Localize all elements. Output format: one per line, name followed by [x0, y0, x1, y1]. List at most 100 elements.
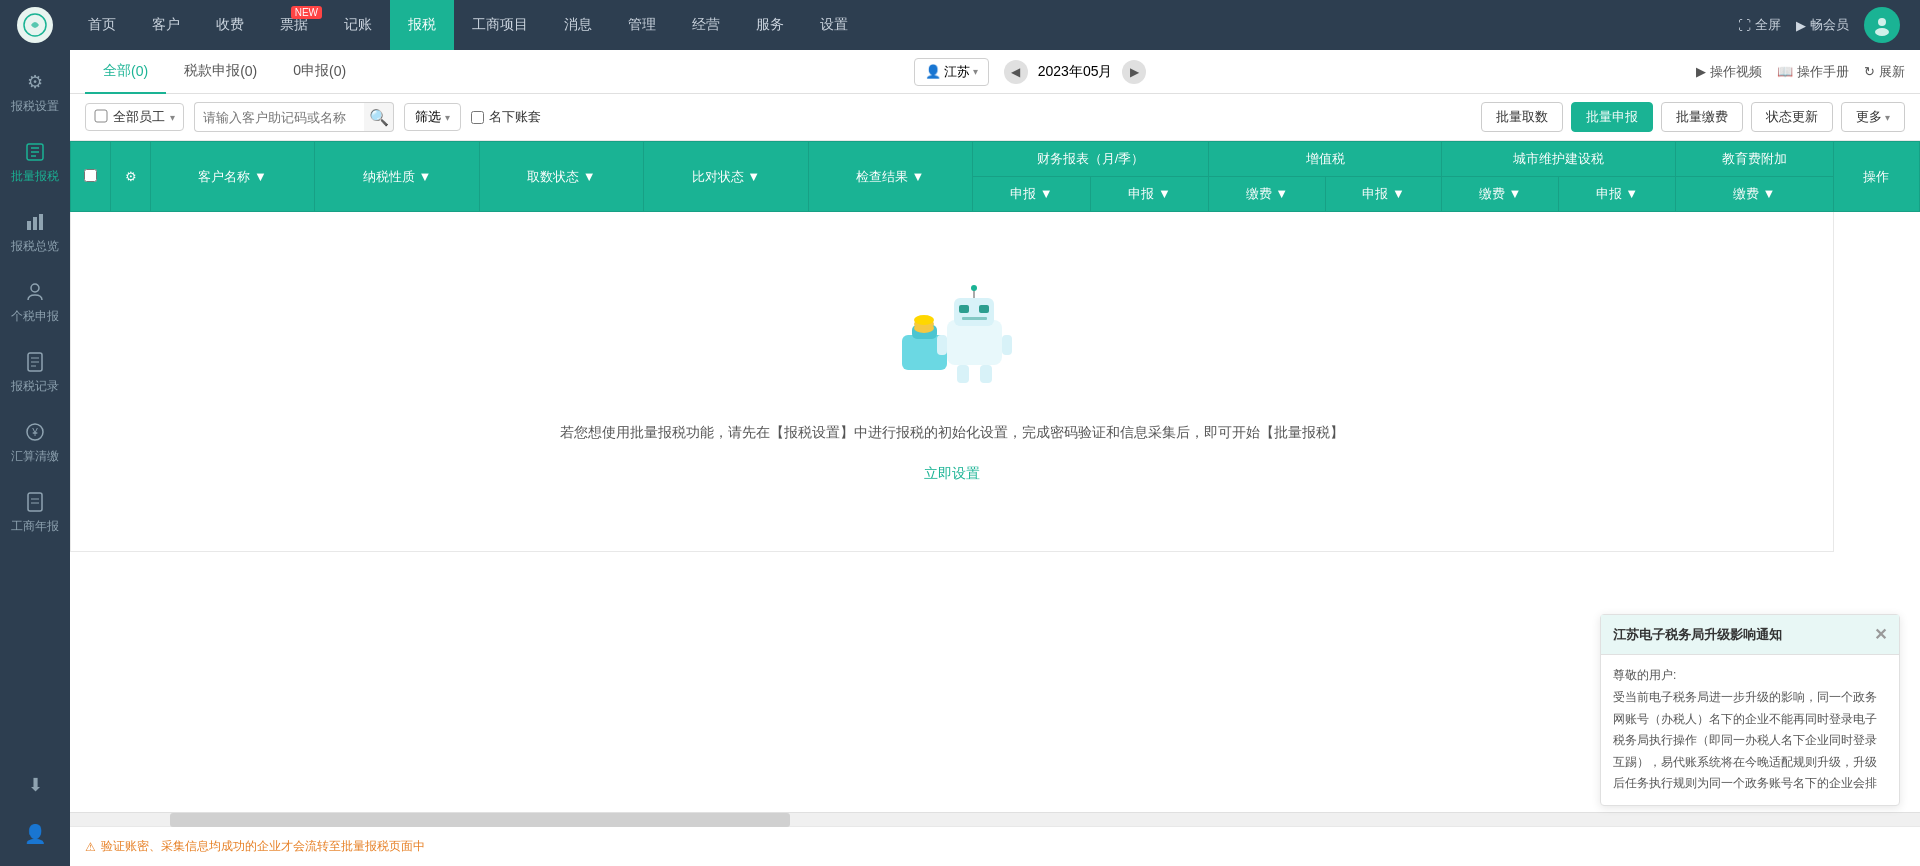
notification-panel: 江苏电子税务局升级影响通知 ✕ 尊敬的用户: 受当前电子税务局进一步升级的影响，…: [1600, 614, 1900, 806]
province-icon: 👤: [925, 64, 941, 79]
manual-btn[interactable]: 📖 操作手册: [1777, 63, 1849, 81]
scrollbar-thumb[interactable]: [170, 813, 790, 827]
th-vat: 增值税: [1209, 142, 1442, 177]
nav-business[interactable]: 工商项目: [454, 0, 546, 50]
th-edu-pay: 缴费 ▼: [1675, 177, 1833, 212]
sidebar-item-tax-settings[interactable]: ⚙ 报税设置: [0, 60, 70, 125]
nav-home[interactable]: 首页: [70, 0, 134, 50]
nav-billing[interactable]: 收费: [198, 0, 262, 50]
more-btn[interactable]: 更多 ▾: [1841, 102, 1905, 132]
svg-rect-9: [39, 214, 43, 230]
notification-greeting: 尊敬的用户:: [1613, 665, 1887, 687]
sidebar-item-personal-tax[interactable]: 个税申报: [0, 270, 70, 335]
sidebar-item-settlement[interactable]: ¥ 汇算清缴: [0, 410, 70, 475]
th-customer-name: 客户名称 ▼: [151, 142, 315, 212]
video-icon: ▶: [1696, 64, 1706, 79]
prev-month-btn[interactable]: ◀: [1004, 60, 1028, 84]
refresh-btn[interactable]: ↻ 展新: [1864, 63, 1905, 81]
province-caret: ▾: [973, 66, 978, 77]
svg-point-32: [971, 285, 977, 291]
select-all-checkbox[interactable]: [84, 169, 97, 182]
svg-point-10: [31, 284, 39, 292]
notification-close-btn[interactable]: ✕: [1874, 625, 1887, 644]
fullscreen-icon: ⛶: [1738, 18, 1751, 33]
setup-link[interactable]: 立即设置: [924, 465, 980, 483]
tabs-right-actions: ▶ 操作视频 📖 操作手册 ↻ 展新: [1696, 63, 1905, 81]
horizontal-scrollbar[interactable]: [70, 812, 1920, 826]
notification-content: 受当前电子税务局进一步升级的影响，同一个政务网账号（办税人）名下的企业不能再同时…: [1613, 687, 1887, 795]
batch-pay-btn[interactable]: 批量缴费: [1661, 102, 1743, 132]
table-body: 若您想使用批量报税功能，请先在【报税设置】中进行报税的初始化设置，完成密码验证和…: [71, 212, 1920, 552]
svg-rect-8: [33, 217, 37, 230]
svg-rect-33: [937, 335, 947, 355]
th-city-pay: 缴费 ▼: [1442, 177, 1559, 212]
th-settings[interactable]: ⚙: [111, 142, 151, 212]
video-btn[interactable]: ▶ 操作视频: [1696, 63, 1762, 81]
sidebar-item-batch-tax[interactable]: 批量报税: [0, 130, 70, 195]
th-vat-declare: 申报 ▼: [1090, 177, 1208, 212]
header-row-1: ⚙ 客户名称 ▼ 纳税性质 ▼ 取数状态 ▼ 比对状态 ▼ 检查结果 ▼ 财务报…: [71, 142, 1920, 177]
search-button[interactable]: 🔍: [364, 102, 394, 132]
employee-select[interactable]: 全部员工 ▾: [85, 103, 184, 131]
filter-btn[interactable]: 筛选 ▾: [404, 103, 461, 131]
nav-customer[interactable]: 客户: [134, 0, 198, 50]
top-nav-right: ⛶ 全屏 ▶ 畅会员: [1738, 7, 1900, 43]
nav-tax[interactable]: 报税: [390, 0, 454, 50]
nav-management[interactable]: 管理: [610, 0, 674, 50]
svg-rect-26: [947, 320, 1002, 365]
annual-report-icon: [23, 490, 47, 514]
batch-declare-btn[interactable]: 批量申报: [1571, 102, 1653, 132]
nav-messages[interactable]: 消息: [546, 0, 610, 50]
account-checkbox[interactable]: [471, 111, 484, 124]
th-checkbox[interactable]: [71, 142, 111, 212]
batch-fetch-btn[interactable]: 批量取数: [1481, 102, 1563, 132]
search-area: 🔍: [194, 102, 394, 132]
tab-all[interactable]: 全部(0): [85, 50, 166, 94]
sidebar-item-tax-records[interactable]: 报税记录: [0, 340, 70, 405]
th-financial-report: 财务报表（月/季）: [972, 142, 1208, 177]
user-avatar[interactable]: [1864, 7, 1900, 43]
nav-invoice[interactable]: 票据 NEW: [262, 0, 326, 50]
member-btn[interactable]: ▶ 畅会员: [1796, 16, 1849, 34]
employee-icon: [94, 109, 108, 126]
province-select[interactable]: 👤 江苏 ▾: [914, 58, 989, 86]
th-city-declare: 申报 ▼: [1325, 177, 1442, 212]
sidebar-bottom: ⬇ 👤: [0, 763, 70, 866]
tab-zero-declare[interactable]: 0申报(0): [275, 50, 364, 94]
sort-icon: ▼: [254, 169, 267, 184]
search-input[interactable]: [194, 102, 364, 132]
th-education-tax: 教育费附加: [1675, 142, 1833, 177]
sidebar-item-tax-overview[interactable]: 报税总览: [0, 200, 70, 265]
sidebar-item-annual-report[interactable]: 工商年报: [0, 480, 70, 545]
empty-text: 若您想使用批量报税功能，请先在【报税设置】中进行报税的初始化设置，完成密码验证和…: [560, 420, 1344, 445]
tax-overview-icon: [23, 210, 47, 234]
empty-cell: 若您想使用批量报税功能，请先在【报税设置】中进行报税的初始化设置，完成密码验证和…: [71, 212, 1834, 552]
svg-point-1: [1878, 18, 1886, 26]
tax-settings-icon: ⚙: [23, 70, 47, 94]
sort-icon-11: ▼: [1625, 186, 1638, 201]
th-fetch-status: 取数状态 ▼: [479, 142, 643, 212]
svg-text:¥: ¥: [31, 427, 38, 438]
fullscreen-btn[interactable]: ⛶ 全屏: [1738, 16, 1781, 34]
nav-services[interactable]: 服务: [738, 0, 802, 50]
tab-declare[interactable]: 税款申报(0): [166, 50, 275, 94]
refresh-icon: ↻: [1864, 64, 1875, 79]
sort-icon-3: ▼: [583, 169, 596, 184]
tabs-center: 👤 江苏 ▾ ◀ 2023年05月 ▶: [364, 58, 1696, 86]
nav-operations[interactable]: 经营: [674, 0, 738, 50]
nav-accounting[interactable]: 记账: [326, 0, 390, 50]
checkbox-area: 名下账套: [471, 108, 541, 126]
sidebar-download[interactable]: ⬇: [0, 763, 70, 807]
sort-icon-8: ▼: [1275, 186, 1288, 201]
status-update-btn[interactable]: 状态更新: [1751, 102, 1833, 132]
th-vat-pay: 缴费 ▼: [1209, 177, 1326, 212]
svg-point-25: [914, 315, 934, 325]
user-icon: 👤: [23, 822, 47, 846]
data-table: ⚙ 客户名称 ▼ 纳税性质 ▼ 取数状态 ▼ 比对状态 ▼ 检查结果 ▼ 财务报…: [70, 141, 1920, 552]
svg-rect-30: [962, 317, 987, 320]
sidebar-user[interactable]: 👤: [0, 812, 70, 856]
nav-settings[interactable]: 设置: [802, 0, 866, 50]
next-month-btn[interactable]: ▶: [1122, 60, 1146, 84]
notification-title: 江苏电子税务局升级影响通知: [1613, 626, 1782, 644]
tabs-bar: 全部(0) 税款申报(0) 0申报(0) 👤 江苏 ▾ ◀ 2023年05月 ▶: [70, 50, 1920, 94]
